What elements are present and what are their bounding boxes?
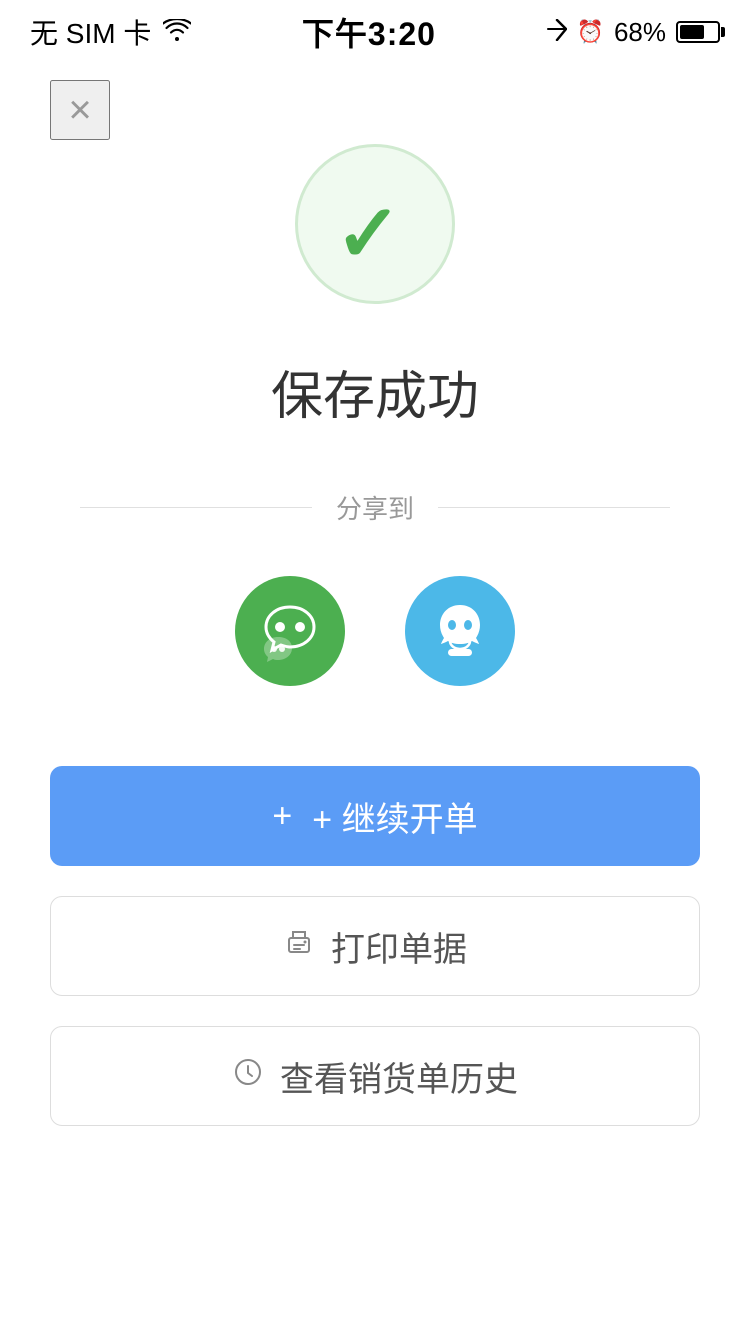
print-label: 打印单据 xyxy=(331,922,467,971)
share-label: 分享到 xyxy=(312,489,438,526)
alarm-icon: ⏰ xyxy=(577,19,604,45)
qq-icon xyxy=(428,599,492,663)
qq-share-button[interactable] xyxy=(405,576,515,686)
wechat-icon xyxy=(258,599,322,663)
status-time: 下午3:20 xyxy=(302,9,436,55)
continue-button[interactable]: + + 继续开单 xyxy=(50,766,700,866)
share-divider: 分享到 xyxy=(0,489,750,526)
success-title: 保存成功 xyxy=(271,354,479,429)
action-buttons: + + 继续开单 打印单据 查看销货单 xyxy=(0,766,750,1126)
wifi-icon xyxy=(163,16,191,48)
print-button[interactable]: 打印单据 xyxy=(50,896,700,996)
history-icon xyxy=(232,1056,264,1097)
plus-icon: + xyxy=(272,797,292,836)
main-content: 保存成功 分享到 xyxy=(0,64,750,1126)
share-icons xyxy=(235,576,515,686)
checkmark-icon xyxy=(335,194,415,254)
history-label: 查看销货单历史 xyxy=(280,1052,518,1101)
battery-icon xyxy=(676,21,720,43)
divider-line-right xyxy=(438,507,670,508)
status-bar: 无 SIM 卡 下午3:20 ⏰ 68% xyxy=(0,0,750,64)
print-icon xyxy=(283,926,315,967)
location-icon xyxy=(547,17,567,48)
wechat-share-button[interactable] xyxy=(235,576,345,686)
success-circle xyxy=(295,144,455,304)
status-left: 无 SIM 卡 xyxy=(30,12,191,52)
divider-line-left xyxy=(80,507,312,508)
close-button[interactable]: × xyxy=(50,80,110,140)
history-button[interactable]: 查看销货单历史 xyxy=(50,1026,700,1126)
close-icon: × xyxy=(68,90,91,130)
battery-percent: 68% xyxy=(614,17,666,48)
continue-label: + 继续开单 xyxy=(312,792,477,841)
no-sim-text: 无 SIM 卡 xyxy=(30,12,151,52)
status-right: ⏰ 68% xyxy=(547,17,720,48)
